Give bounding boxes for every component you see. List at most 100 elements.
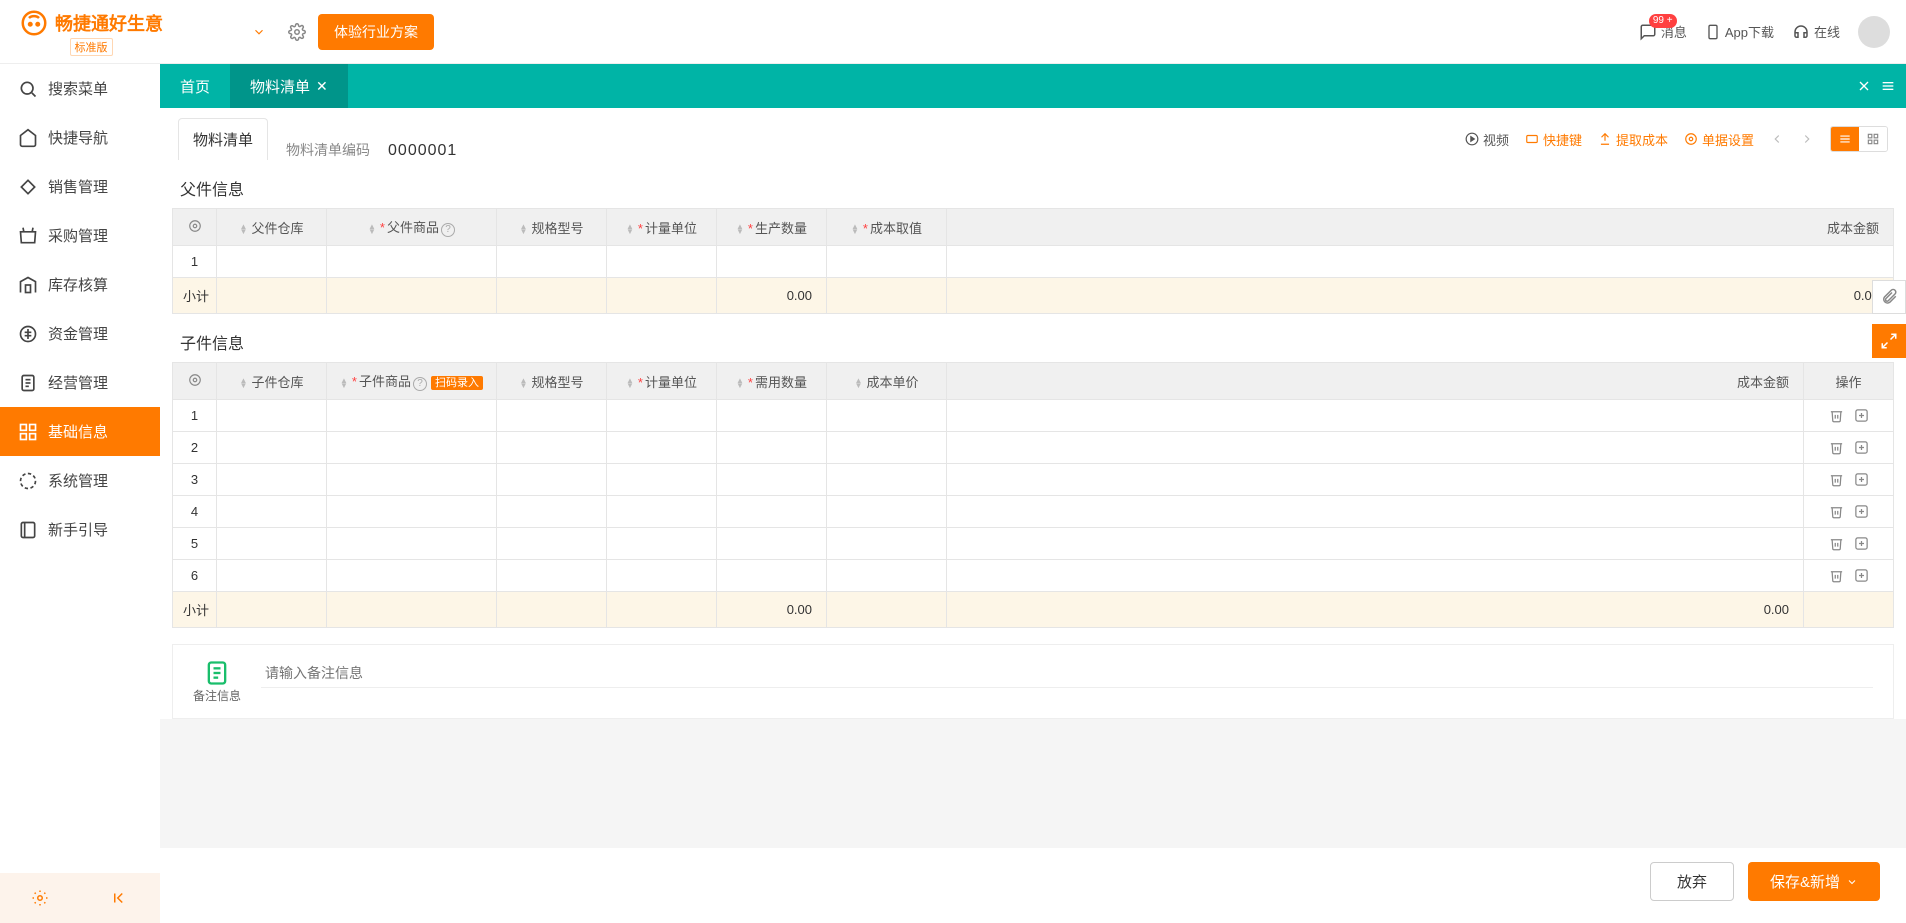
sidebar-item-sales[interactable]: 销售管理 [0,162,160,211]
table-row[interactable]: 3 [173,464,1894,496]
row-index: 1 [173,400,217,432]
col-child-product[interactable]: ▲▼*子件商品?扫码录入 [327,363,497,400]
bill-setting-label: 单据设置 [1702,130,1754,149]
discard-button[interactable]: 放弃 [1650,862,1734,901]
delete-icon[interactable] [1829,504,1844,519]
tab-home[interactable]: 首页 [160,64,230,108]
next-record-icon[interactable] [1800,132,1814,146]
book-icon [18,520,38,540]
page-footer: 放弃 保存&新增 [160,848,1906,923]
code-label: 物料清单编码 [286,140,370,160]
delete-icon[interactable] [1829,568,1844,583]
online-label: 在线 [1814,22,1840,41]
col-child-cost-amount[interactable]: 成本金额 [947,363,1804,400]
table-row[interactable]: 5 [173,528,1894,560]
help-icon[interactable]: ? [413,377,427,391]
tab-bom[interactable]: 物料清单 ✕ [230,64,348,108]
col-parent-cost-basis[interactable]: ▲▼*成本取值 [827,209,947,246]
sidebar-item-quicknav[interactable]: 快捷导航 [0,113,160,162]
app-download-label: App下载 [1725,22,1774,41]
sidebar-item-system[interactable]: 系统管理 [0,456,160,505]
parent-table: ▲▼父件仓库 ▲▼*父件商品? ▲▼规格型号 ▲▼*计量单位 ▲▼*生产数量 ▲… [172,208,1894,314]
table-row[interactable]: 6 [173,560,1894,592]
col-child-warehouse[interactable]: ▲▼子件仓库 [217,363,327,400]
table-row[interactable]: 2 [173,432,1894,464]
sidebar-item-stock[interactable]: 库存核算 [0,260,160,309]
table-row[interactable]: 1 [173,246,1894,278]
prev-record-icon[interactable] [1770,132,1784,146]
col-parent-qty[interactable]: ▲▼*生产数量 [717,209,827,246]
gear-icon[interactable] [31,889,49,907]
fullscreen-button[interactable] [1872,324,1906,358]
delete-icon[interactable] [1829,408,1844,423]
col-child-spec[interactable]: ▲▼规格型号 [497,363,607,400]
col-parent-spec[interactable]: ▲▼规格型号 [497,209,607,246]
sidebar-item-search[interactable]: 搜索菜单 [0,64,160,113]
col-child-unit-cost[interactable]: ▲▼成本单价 [827,363,947,400]
view-card-button[interactable] [1859,127,1887,151]
table-row[interactable]: 4 [173,496,1894,528]
help-icon[interactable]: ? [441,223,455,237]
table-row[interactable]: 1 [173,400,1894,432]
delete-icon[interactable] [1829,440,1844,455]
sidebar: 搜索菜单 快捷导航 销售管理 采购管理 库存核算 资金管理 [0,64,160,923]
row-actions [1804,400,1894,432]
delete-icon[interactable] [1829,536,1844,551]
messages-badge: 99 + [1649,14,1677,28]
subtotal-label: 小计 [173,592,217,628]
attachment-button[interactable] [1872,280,1906,314]
bill-setting-link[interactable]: 单据设置 [1684,130,1754,149]
sidebar-item-base[interactable]: 基础信息 [0,407,160,456]
menu-icon[interactable] [1880,78,1896,94]
col-parent-cost-amount[interactable]: 成本金额 [947,209,1894,246]
col-child-need-qty[interactable]: ▲▼*需用数量 [717,363,827,400]
shortcut-link[interactable]: 快捷键 [1525,130,1582,149]
col-parent-product[interactable]: ▲▼*父件商品? [327,209,497,246]
extract-cost-link[interactable]: 提取成本 [1598,130,1668,149]
sidebar-item-guide[interactable]: 新手引导 [0,505,160,554]
add-icon[interactable] [1854,504,1869,519]
sidebar-item-label: 采购管理 [48,225,108,246]
col-gear[interactable] [173,209,217,246]
col-gear[interactable] [173,363,217,400]
org-selector[interactable] [178,18,276,46]
sidebar-item-purchase[interactable]: 采购管理 [0,211,160,260]
save-new-button[interactable]: 保存&新增 [1748,862,1880,901]
col-child-unit[interactable]: ▲▼*计量单位 [607,363,717,400]
col-parent-unit[interactable]: ▲▼*计量单位 [607,209,717,246]
sidebar-item-label: 搜索菜单 [48,78,108,99]
col-parent-warehouse[interactable]: ▲▼父件仓库 [217,209,327,246]
sidebar-item-biz[interactable]: 经营管理 [0,358,160,407]
sidebar-item-label: 资金管理 [48,323,108,344]
close-all-icon[interactable] [1856,78,1872,94]
subtotal-row: 小计 0.00 0.00 [173,278,1894,314]
messages-link[interactable]: 99 + 消息 [1639,22,1687,41]
online-service-link[interactable]: 在线 [1792,22,1840,41]
scan-badge[interactable]: 扫码录入 [431,376,483,390]
view-list-button[interactable] [1831,127,1859,151]
page-tab[interactable]: 物料清单 [178,118,268,160]
remark-input[interactable] [261,659,1873,688]
subtotal-amount: 0.00 [947,592,1804,628]
row-actions [1804,432,1894,464]
gear-icon [188,373,202,387]
delete-icon[interactable] [1829,472,1844,487]
note-icon [203,659,231,687]
add-icon[interactable] [1854,472,1869,487]
app-download-link[interactable]: App下载 [1705,22,1774,41]
close-icon[interactable]: ✕ [316,78,328,95]
sidebar-item-label: 销售管理 [48,176,108,197]
add-icon[interactable] [1854,440,1869,455]
page-head: 物料清单 物料清单编码 0000001 视频 快捷键 [160,108,1906,160]
sidebar-item-funds[interactable]: 资金管理 [0,309,160,358]
add-icon[interactable] [1854,408,1869,423]
row-actions [1804,464,1894,496]
experience-button[interactable]: 体验行业方案 [318,14,434,50]
chevron-down-icon [252,25,266,39]
avatar[interactable] [1858,16,1890,48]
add-icon[interactable] [1854,568,1869,583]
settings-icon[interactable] [288,23,306,41]
video-link[interactable]: 视频 [1465,130,1509,149]
add-icon[interactable] [1854,536,1869,551]
collapse-icon[interactable] [111,889,129,907]
